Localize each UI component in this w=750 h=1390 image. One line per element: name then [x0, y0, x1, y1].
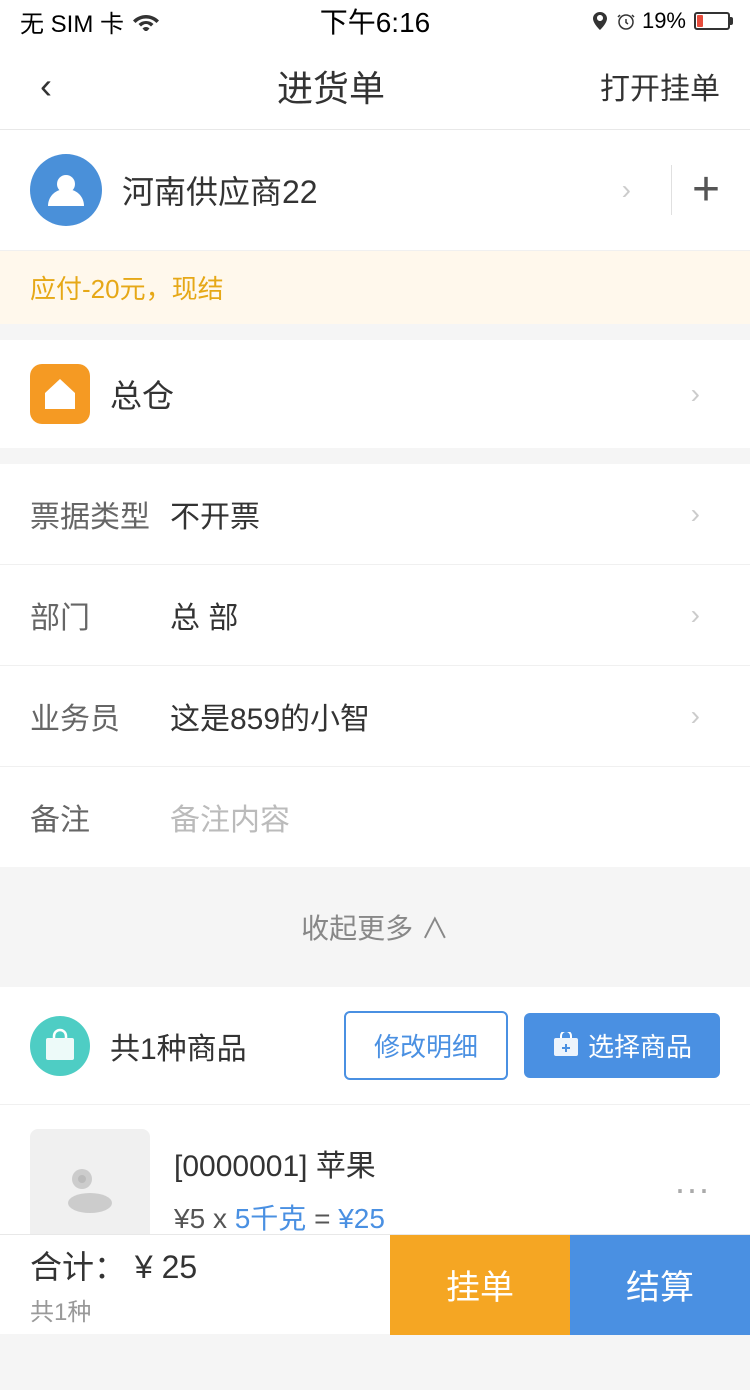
- status-bar: 无 SIM 卡 下午6:16 19%: [0, 0, 750, 42]
- product-info: [0000001] 苹果 ¥5 x 5千克 = ¥25: [174, 1141, 664, 1237]
- confirm-button[interactable]: 结算: [570, 1235, 750, 1335]
- shopping-icon: [42, 1028, 78, 1064]
- product-placeholder-icon: [60, 1159, 120, 1219]
- products-header: 共1种商品 修改明细 选择商品: [0, 987, 750, 1105]
- total-value: ¥25: [338, 1203, 385, 1234]
- sales-value: 这是859的小智: [150, 694, 691, 738]
- status-time: 下午6:16: [320, 1, 431, 41]
- remark-label: 备注: [30, 795, 150, 839]
- select-products-label: 选择商品: [588, 1027, 692, 1064]
- chevron-right-icon: ›: [691, 498, 700, 530]
- product-name: [0000001] 苹果: [174, 1141, 664, 1185]
- divider: [671, 165, 672, 215]
- collapse-button[interactable]: 收起更多 ∧: [0, 883, 750, 971]
- sales-row[interactable]: 业务员 这是859的小智 ›: [0, 666, 750, 767]
- form-section: 票据类型 不开票 › 部门 总 部 › 业务员 这是859的小智 › 备注 备注…: [0, 464, 750, 867]
- chevron-right-icon: ›: [691, 700, 700, 732]
- price-value: ¥5: [174, 1203, 205, 1234]
- carrier-text: 无 SIM 卡: [20, 4, 124, 39]
- warning-text: 应付-20元，现结: [30, 274, 224, 304]
- add-supplier-button[interactable]: +: [692, 166, 720, 214]
- invoice-row[interactable]: 票据类型 不开票 ›: [0, 464, 750, 565]
- supplier-name: 河南供应商22: [122, 167, 622, 213]
- bottom-bar: 合计： ¥ 25 共1种 挂单 结算: [0, 1234, 750, 1334]
- dept-row[interactable]: 部门 总 部 ›: [0, 565, 750, 666]
- products-section: 共1种商品 修改明细 选择商品: [0, 987, 750, 1274]
- dept-value: 总 部: [150, 593, 691, 637]
- sales-label: 业务员: [30, 694, 150, 738]
- edit-details-button[interactable]: 修改明细: [344, 1011, 508, 1080]
- dept-label: 部门: [30, 593, 150, 637]
- warehouse-icon: [30, 364, 90, 424]
- wifi-icon: [132, 11, 160, 31]
- products-count: 共1种商品: [110, 1024, 344, 1068]
- total-value: ¥ 25: [135, 1249, 197, 1285]
- products-icon: [30, 1016, 90, 1076]
- add-product-icon: [552, 1032, 580, 1060]
- nav-bar: ‹ 进货单 打开挂单: [0, 42, 750, 130]
- remark-row[interactable]: 备注 备注内容: [0, 767, 750, 867]
- status-right: 19%: [590, 8, 730, 34]
- supplier-avatar: [30, 154, 102, 226]
- chevron-right-icon: ›: [691, 378, 700, 410]
- warehouse-name: 总仓: [110, 371, 691, 417]
- open-pending-button[interactable]: 打开挂单: [600, 64, 720, 108]
- back-button[interactable]: ‹: [30, 55, 62, 117]
- product-price: ¥5 x 5千克 = ¥25: [174, 1197, 664, 1237]
- total-section: 合计： ¥ 25 共1种: [0, 1242, 390, 1327]
- main-content: 河南供应商22 › + 应付-20元，现结 总仓 › 票据类型 不开票 › 部门: [0, 130, 750, 1274]
- page-title: 进货单: [277, 60, 385, 112]
- invoice-label: 票据类型: [30, 492, 150, 536]
- product-title: 苹果: [316, 1150, 376, 1183]
- user-icon: [44, 168, 88, 212]
- product-code: [0000001]: [174, 1150, 307, 1183]
- pending-button[interactable]: 挂单: [390, 1235, 570, 1335]
- select-products-button[interactable]: 选择商品: [524, 1013, 720, 1078]
- total-label: 合计：: [30, 1249, 126, 1285]
- battery-percent: 19%: [642, 8, 686, 34]
- location-icon: [590, 11, 610, 31]
- supplier-section: 河南供应商22 › + 应付-20元，现结: [0, 130, 750, 324]
- home-icon: [41, 375, 79, 413]
- warning-banner: 应付-20元，现结: [0, 251, 750, 324]
- qty-value: 5千克: [235, 1203, 307, 1234]
- more-options-button[interactable]: ···: [664, 1158, 720, 1220]
- multiply-sign: x: [213, 1203, 235, 1234]
- product-thumbnail: [30, 1129, 150, 1249]
- chevron-right-icon: ›: [622, 174, 631, 206]
- chevron-right-icon: ›: [691, 599, 700, 631]
- remark-input[interactable]: 备注内容: [150, 795, 720, 839]
- alarm-icon: [616, 11, 636, 31]
- status-carrier: 无 SIM 卡: [20, 4, 160, 39]
- total-count: 共1种: [30, 1292, 360, 1327]
- warehouse-section[interactable]: 总仓 ›: [0, 340, 750, 448]
- total-amount: 合计： ¥ 25: [30, 1242, 360, 1288]
- invoice-value: 不开票: [150, 492, 691, 536]
- supplier-row[interactable]: 河南供应商22 › +: [0, 130, 750, 251]
- equals-sign: =: [314, 1203, 338, 1234]
- battery-icon: [694, 12, 730, 30]
